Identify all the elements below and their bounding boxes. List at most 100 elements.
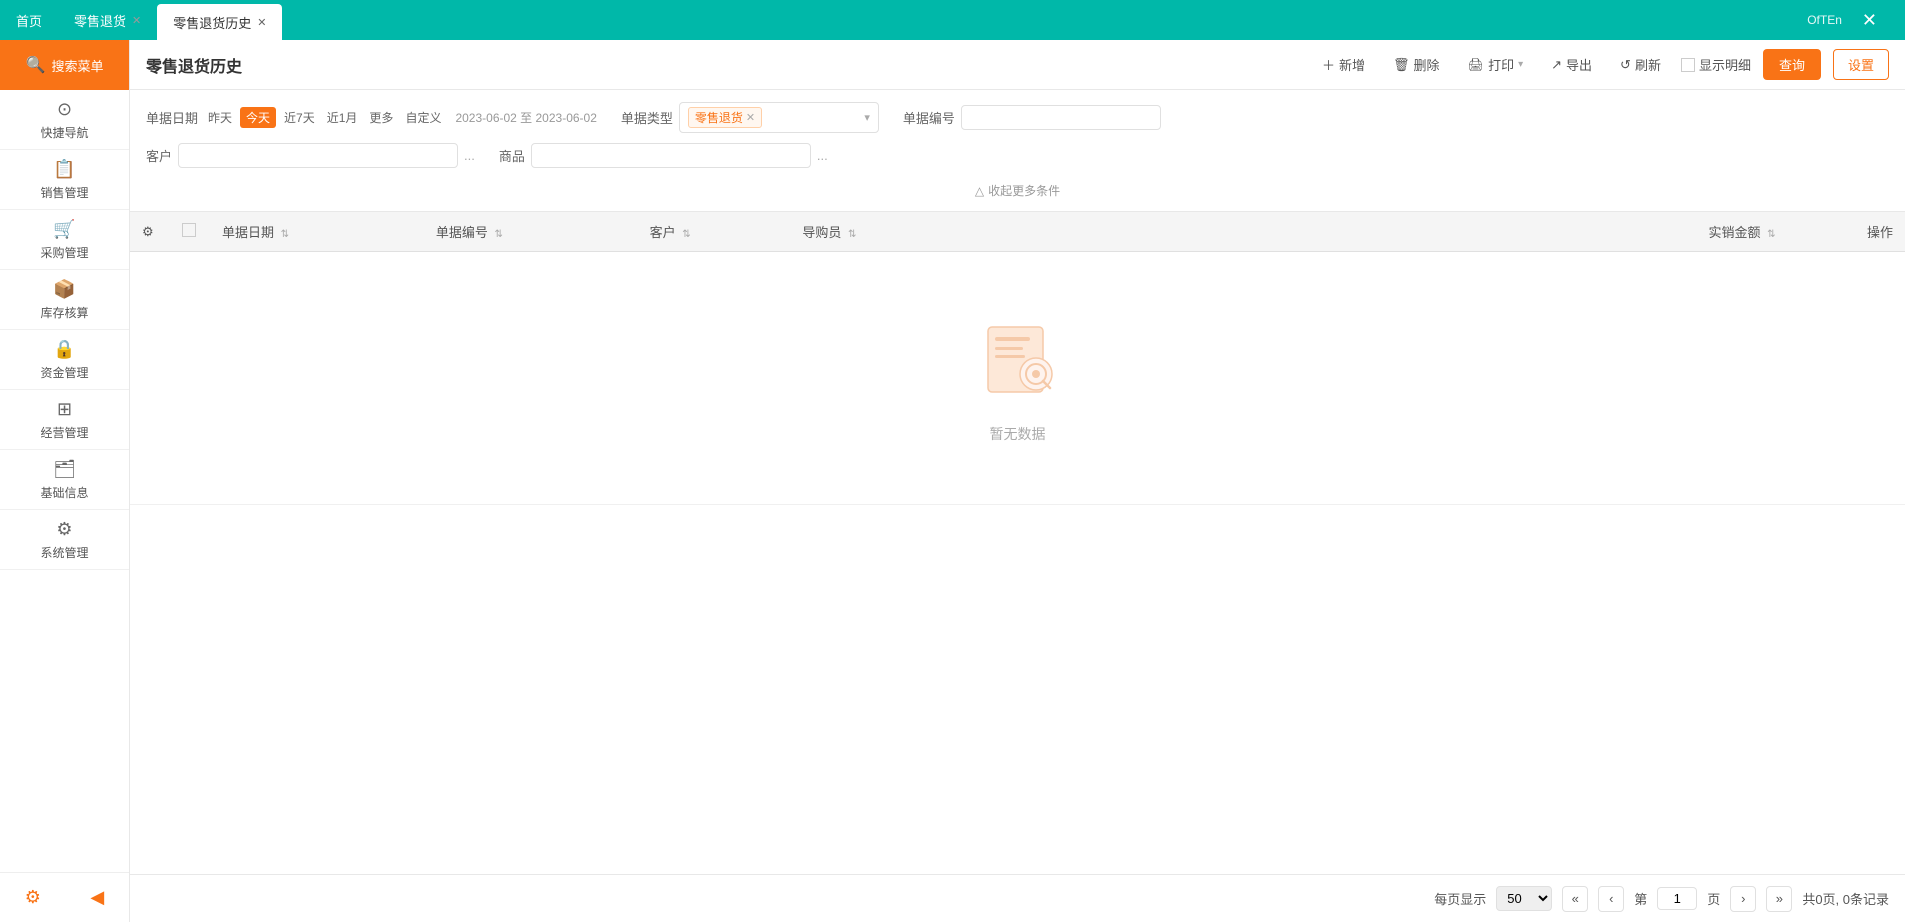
sidebar-item-quick-nav-label: 快捷导航: [40, 124, 88, 141]
date-range-display: 2023-06-02 至 2023-06-02: [455, 109, 596, 126]
total-info: 共0页, 0条记录: [1802, 889, 1889, 908]
sidebar-item-basic-info[interactable]: 🗂 基础信息: [0, 450, 129, 510]
export-icon: ↗: [1551, 57, 1562, 73]
pagination-bar: 每页显示 10 20 50 100 « ‹ 第 页 › » 共0页, 0条记录: [130, 874, 1905, 922]
sidebar-item-ops-mgmt[interactable]: ⊞ 经营管理: [0, 390, 129, 450]
col-spacer: [974, 212, 1574, 252]
orderno-filter-label: 单据编号: [903, 108, 955, 127]
export-button[interactable]: ↗ 导出: [1543, 51, 1600, 78]
goods-filter-input[interactable]: [531, 143, 811, 168]
sidebar-item-ops-mgmt-label: 经营管理: [40, 424, 88, 441]
col-order-no-label: 单据编号: [436, 225, 488, 240]
date-btn-more[interactable]: 更多: [365, 107, 397, 128]
empty-state: 暂无数据: [130, 252, 1905, 504]
type-tag: 零售退货 ✕: [688, 107, 762, 128]
col-ops-label: 操作: [1867, 225, 1893, 240]
delete-button[interactable]: 🗑 删除: [1385, 51, 1448, 78]
col-date-sort-icon[interactable]: ⇅: [281, 229, 289, 240]
sidebar-item-inventory-label: 库存核算: [40, 304, 88, 321]
sidebar-item-quick-nav[interactable]: ⊙ 快捷导航: [0, 90, 129, 150]
prev-page-btn[interactable]: ‹: [1598, 886, 1624, 912]
delete-icon: 🗑: [1393, 57, 1410, 73]
goods-filter-label: 商品: [499, 146, 525, 165]
sidebar-item-sales-mgmt[interactable]: 📋 销售管理: [0, 150, 129, 210]
tab-retail-return-close[interactable]: ✕: [132, 14, 141, 27]
filter-orderno-item: 单据编号: [903, 105, 1161, 130]
date-btn-1month[interactable]: 近1月: [323, 107, 362, 128]
filter-customer-item: 客户 ...: [146, 143, 475, 168]
sidebar-item-sys-mgmt[interactable]: ⚙ 系统管理: [0, 510, 129, 570]
date-btn-custom[interactable]: 自定义: [401, 107, 445, 128]
page-suffix: 页: [1707, 889, 1720, 908]
print-label: 打印: [1488, 55, 1514, 74]
sidebar-item-inventory[interactable]: 📦 库存核算: [0, 270, 129, 330]
table-settings-icon[interactable]: ⚙: [142, 224, 154, 239]
first-page-btn[interactable]: «: [1562, 886, 1588, 912]
next-page-btn[interactable]: ›: [1730, 886, 1756, 912]
refresh-button[interactable]: ↺ 刷新: [1612, 51, 1669, 78]
date-btn-today[interactable]: 今天: [240, 107, 276, 128]
sidebar-item-basic-info-label: 基础信息: [40, 484, 88, 501]
collapse-arrow-icon: △: [975, 184, 984, 198]
sys-mgmt-icon: ⚙: [56, 519, 72, 540]
sidebar-menu: ⊙ 快捷导航 📋 销售管理 🛒 采购管理 📦 库存核算 🔒 资金管理 ⊞ 经: [0, 90, 129, 872]
page-input[interactable]: [1657, 887, 1697, 910]
col-customer-sort-icon[interactable]: ⇅: [682, 229, 690, 240]
collapse-btn[interactable]: △ 收起更多条件: [146, 178, 1889, 207]
col-customer: 客户 ⇅: [638, 212, 791, 252]
per-page-select[interactable]: 10 20 50 100: [1496, 886, 1552, 911]
sidebar-search[interactable]: 🔍 搜索菜单: [0, 40, 129, 90]
tab-retail-return-history[interactable]: 零售退货历史 ✕: [157, 4, 282, 40]
col-settings: ⚙: [130, 212, 170, 252]
type-filter-select[interactable]: 零售退货 ✕ ▾: [679, 102, 879, 133]
page-header: 零售退货历史 ＋ 新增 🗑 删除 🖨 打印 ▾ ↗ 导出: [130, 40, 1905, 90]
basic-info-icon: 🗂: [53, 459, 76, 480]
last-page-btn[interactable]: »: [1766, 886, 1792, 912]
orderno-filter-input[interactable]: [961, 105, 1161, 130]
date-btn-yesterday[interactable]: 昨天: [204, 107, 236, 128]
show-detail-checkbox[interactable]: [1681, 58, 1695, 72]
date-filter-label: 单据日期: [146, 108, 198, 127]
sidebar-item-finance[interactable]: 🔒 资金管理: [0, 330, 129, 390]
show-detail-label: 显示明细: [1681, 55, 1751, 74]
tab-home[interactable]: 首页: [0, 0, 58, 40]
sidebar-item-finance-label: 资金管理: [40, 364, 88, 381]
col-order-no-sort-icon[interactable]: ⇅: [494, 229, 502, 240]
settings-bottom-icon[interactable]: ⚙: [25, 887, 41, 908]
filter-type-item: 单据类型 零售退货 ✕ ▾: [621, 102, 879, 133]
top-bar: 首页 零售退货 ✕ 零售退货历史 ✕ OfTEn ✕: [0, 0, 1905, 40]
sidebar-search-label: 搜索菜单: [51, 56, 103, 75]
tab-home-label: 首页: [16, 11, 42, 30]
sidebar-item-purchase-mgmt[interactable]: 🛒 采购管理: [0, 210, 129, 270]
new-button[interactable]: ＋ 新增: [1314, 51, 1373, 78]
search-icon: 🔍: [26, 55, 46, 75]
col-checkbox: [170, 212, 210, 252]
col-amount-sort-icon[interactable]: ⇅: [1767, 229, 1775, 240]
collapse-sidebar-icon[interactable]: ◀: [90, 887, 104, 908]
col-customer-label: 客户: [650, 225, 676, 240]
window-close-button[interactable]: ✕: [1850, 10, 1889, 31]
table-head: ⚙ 单据日期 ⇅ 单据编号 ⇅: [130, 212, 1905, 252]
print-icon: 🖨: [1468, 57, 1485, 73]
tab-retail-return-history-label: 零售退货历史: [173, 13, 251, 32]
refresh-icon: ↺: [1620, 57, 1631, 73]
filter-goods-item: 商品 ...: [499, 143, 828, 168]
goods-dots[interactable]: ...: [817, 148, 828, 163]
query-button[interactable]: 查询: [1763, 49, 1821, 80]
type-tag-close[interactable]: ✕: [746, 111, 755, 124]
per-page-label: 每页显示: [1434, 889, 1486, 908]
filter-row-1: 单据日期 昨天 今天 近7天 近1月 更多 自定义 2023-06-02 至 2…: [146, 102, 1889, 133]
date-btn-7days[interactable]: 近7天: [280, 107, 319, 128]
customer-filter-input[interactable]: [178, 143, 458, 168]
purchase-mgmt-icon: 🛒: [53, 219, 75, 240]
customer-dots[interactable]: ...: [464, 148, 475, 163]
settings-button[interactable]: 设置: [1833, 49, 1889, 80]
col-guide-sort-icon[interactable]: ⇅: [848, 229, 856, 240]
select-all-checkbox[interactable]: [182, 223, 196, 237]
tab-retail-return-history-close[interactable]: ✕: [257, 16, 266, 29]
type-select-arrow: ▾: [864, 111, 870, 124]
page-label: 第: [1634, 889, 1647, 908]
tab-retail-return[interactable]: 零售退货 ✕: [58, 0, 157, 40]
print-button[interactable]: 🖨 打印 ▾: [1460, 51, 1532, 78]
collapse-label: 收起更多条件: [988, 182, 1060, 199]
